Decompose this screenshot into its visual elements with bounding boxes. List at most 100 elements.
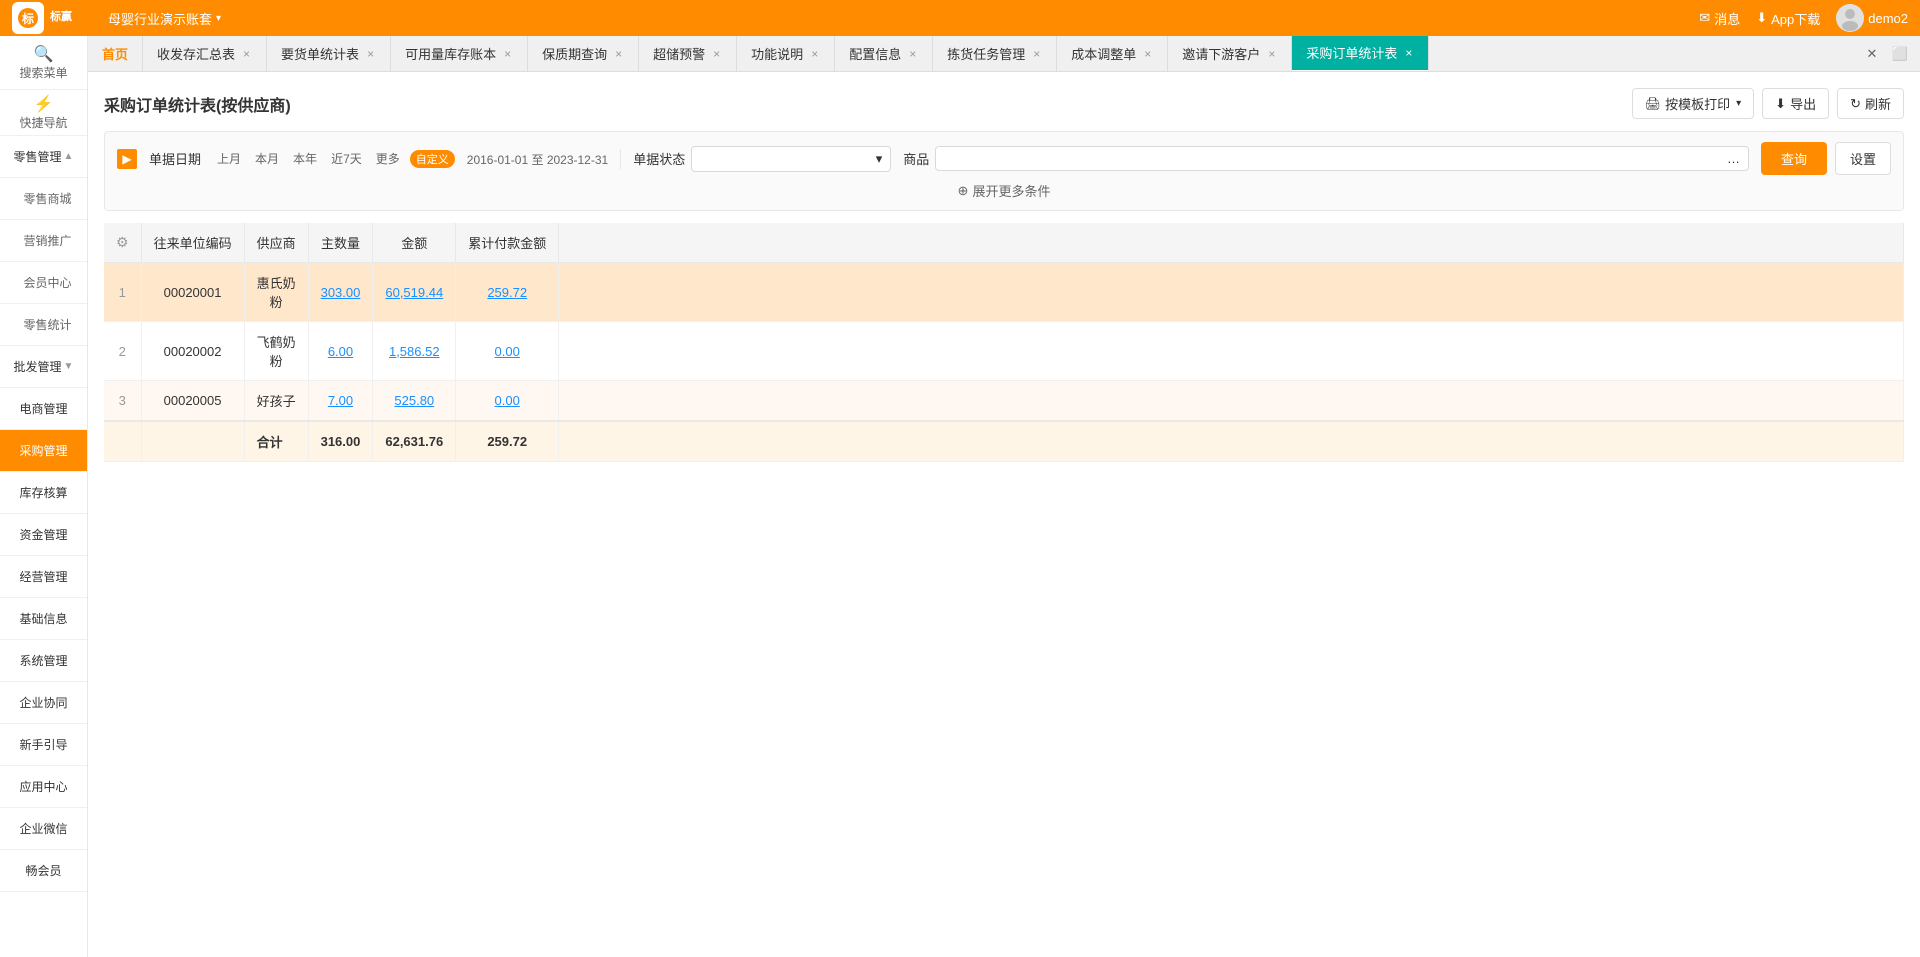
sidebar-item-members[interactable]: 会员中心 [0,262,87,304]
app-download-label: App下载 [1771,9,1820,28]
refresh-button[interactable]: ↻ 刷新 [1837,88,1904,119]
print-button[interactable]: 🖨 按模板打印 ▾ [1632,88,1755,119]
row-amount-1[interactable]: 60,519.44 [373,263,456,322]
sidebar-item-purchase[interactable]: 采购管理 [0,430,87,472]
print-label: 按模板打印 [1665,94,1730,113]
messages-btn[interactable]: ✉ 消息 [1699,9,1740,28]
settings-button[interactable]: 设置 [1835,142,1891,175]
tab-cost-adjustment-label: 成本调整单 [1071,44,1136,63]
tab-pick-task[interactable]: 拣货任务管理 × [933,36,1057,72]
sidebar-item-quick-nav[interactable]: ⚡ 快捷导航 [0,90,87,136]
content-area: 首页 收发存汇总表 × 要货单统计表 × 可用量库存账本 × 保质期查询 × [88,36,1920,957]
shortcut-this-month[interactable]: 本月 [251,148,283,169]
sidebar-quicknav-label: 快捷导航 [0,114,87,131]
more-filters-label: 展开更多条件 [972,181,1050,200]
export-button[interactable]: ⬇ 导出 [1762,88,1829,119]
row-supplier-2: 飞鹤奶粉 [244,322,308,381]
logo-icon: 标 [12,2,44,34]
sidebar-item-ecommerce[interactable]: 电商管理 [0,388,87,430]
tab-close-all-btn[interactable]: ✕ [1860,42,1884,66]
tab-config-info-close[interactable]: × [907,46,918,62]
tab-inventory-book-close[interactable]: × [502,46,513,62]
messages-label: 消息 [1714,9,1740,28]
tab-expiry-query-close[interactable]: × [613,46,624,62]
sidebar-onboarding-label: 新手引导 [19,738,67,752]
tab-order-summary-close[interactable]: × [365,46,376,62]
shortcut-this-year[interactable]: 本年 [289,148,321,169]
status-label: 单据状态 [633,149,685,168]
goods-input[interactable]: … [935,146,1749,171]
user-area[interactable]: demo2 [1836,4,1908,32]
shortcut-more[interactable]: 更多 [372,148,404,169]
sidebar-item-retail[interactable]: 零售管理 ▲ [0,136,87,178]
row-paid-1[interactable]: 259.72 [456,263,559,322]
tab-receive-summary[interactable]: 收发存汇总表 × [143,36,267,72]
tab-inventory-book[interactable]: 可用量库存账本 × [391,36,528,72]
row-quantity-1[interactable]: 303.00 [308,263,373,322]
shortcut-last-month[interactable]: 上月 [213,148,245,169]
query-button[interactable]: 查询 [1761,142,1827,175]
tab-order-summary[interactable]: 要货单统计表 × [267,36,391,72]
tab-purchase-order-summary[interactable]: 采购订单统计表 × [1292,36,1429,72]
tab-invite-downstream-close[interactable]: × [1266,46,1277,62]
sidebar-item-finance[interactable]: 资金管理 [0,514,87,556]
sidebar-item-retail-shop[interactable]: 零售商城 [0,178,87,220]
summary-quantity: 316.00 [308,421,373,462]
sidebar-item-retail-stats[interactable]: 零售统计 [0,304,87,346]
tab-overstock-warning-close[interactable]: × [711,46,722,62]
tab-expiry-query[interactable]: 保质期查询 × [528,36,639,72]
tab-maximize-btn[interactable]: ⬜ [1888,42,1912,66]
status-select[interactable]: ▾ [691,146,891,172]
goods-label: 商品 [903,149,929,168]
sidebar-retailshop-label: 零售商城 [23,192,71,206]
shortcut-7days[interactable]: 近7天 [327,148,366,169]
sidebar-purchase-label: 采购管理 [19,444,67,458]
sidebar-retail-label: 零售管理 [14,148,62,165]
goods-more-icon: … [1727,151,1740,166]
tab-cost-adjustment-close[interactable]: × [1142,46,1153,62]
sidebar-item-system[interactable]: 系统管理 [0,640,87,682]
row-amount-2[interactable]: 1,586.52 [373,322,456,381]
tab-cost-adjustment[interactable]: 成本调整单 × [1057,36,1168,72]
sidebar-item-onboarding[interactable]: 新手引导 [0,724,87,766]
sidebar-search-label: 搜索菜单 [4,64,83,81]
sidebar-item-basic-info[interactable]: 基础信息 [0,598,87,640]
col-settings-header[interactable]: ⚙ [104,223,141,263]
tab-invite-downstream[interactable]: 邀请下游客户 × [1168,36,1292,72]
sidebar-item-inventory[interactable]: 库存核算 [0,472,87,514]
app-download-btn[interactable]: ⬇ App下载 [1756,9,1820,28]
more-filters-btn[interactable]: ⊕ 展开更多条件 [117,175,1891,200]
tab-config-info[interactable]: 配置信息 × [835,36,933,72]
sidebar-item-app-center[interactable]: 应用中心 [0,766,87,808]
summary-label: 合计 [244,421,308,462]
sidebar-item-enterprise-wechat[interactable]: 企业微信 [0,808,87,850]
tab-purchase-order-summary-close[interactable]: × [1403,45,1414,61]
sidebar-item-marketing[interactable]: 营销推广 [0,220,87,262]
row-num-3: 3 [104,381,141,422]
message-icon: ✉ [1699,10,1710,26]
filter-row-main: ▶ 单据日期 上月 本月 本年 近7天 更多 自定义 2016-01-01 至 … [117,142,1891,175]
sidebar-item-wholesale[interactable]: 批发管理 ▼ [0,346,87,388]
row-paid-2[interactable]: 0.00 [456,322,559,381]
sidebar-item-vip[interactable]: 畅会员 [0,850,87,892]
col-amount-header: 金额 [373,223,456,263]
sidebar-item-search[interactable]: 🔍 搜索菜单 [0,36,87,90]
refresh-label: 刷新 [1865,94,1891,113]
tab-pick-task-close[interactable]: × [1031,46,1042,62]
sidebar-item-operations[interactable]: 经营管理 [0,556,87,598]
tab-overstock-warning[interactable]: 超储预警 × [639,36,737,72]
tab-function-desc[interactable]: 功能说明 × [737,36,835,72]
tab-config-info-label: 配置信息 [849,44,901,63]
workspace-selector[interactable]: 母婴行业演示账套 ▾ [108,9,221,28]
tab-function-desc-close[interactable]: × [809,46,820,62]
row-quantity-2[interactable]: 6.00 [308,322,373,381]
tab-home[interactable]: 首页 [88,36,143,72]
column-settings-icon[interactable]: ⚙ [116,234,129,251]
tab-receive-summary-close[interactable]: × [241,46,252,62]
row-amount-3[interactable]: 525.80 [373,381,456,422]
sidebar-item-enterprise-collab[interactable]: 企业协同 [0,682,87,724]
filter-toggle-btn[interactable]: ▶ [117,149,137,169]
tab-order-summary-label: 要货单统计表 [281,44,359,63]
row-paid-3[interactable]: 0.00 [456,381,559,422]
row-quantity-3[interactable]: 7.00 [308,381,373,422]
